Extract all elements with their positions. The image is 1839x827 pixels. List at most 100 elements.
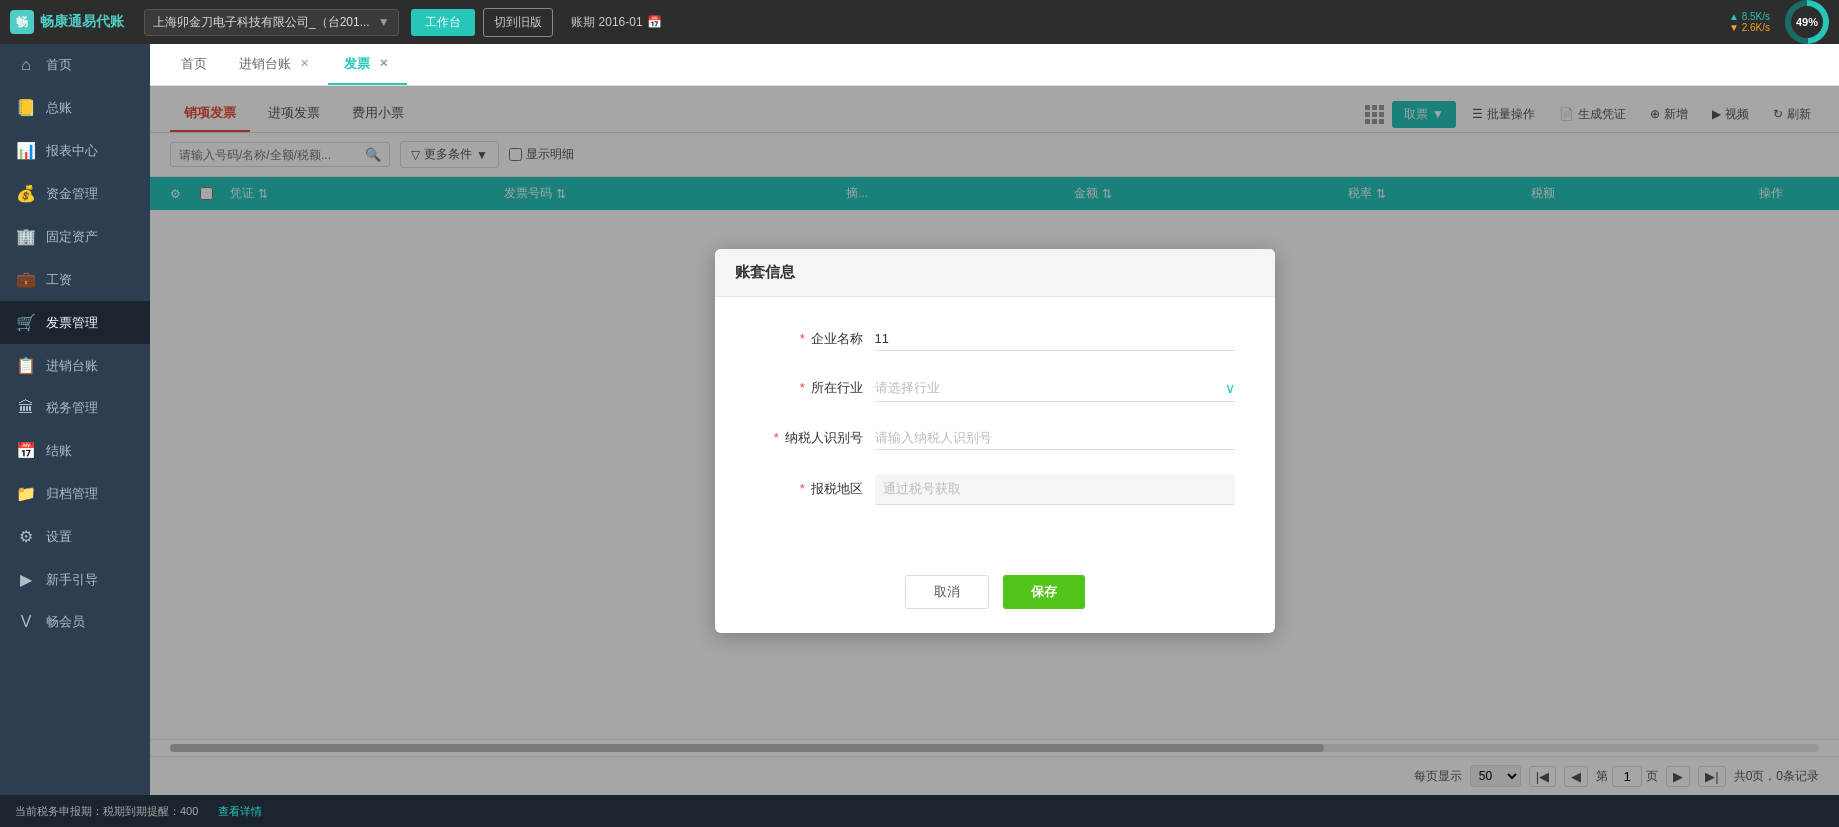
period-value: 2016-01 [599, 15, 643, 29]
taxregion-display: 通过税号获取 [875, 474, 1235, 505]
industry-select[interactable]: 请选择行业 ∨ [875, 375, 1235, 402]
progress-circle: 49% [1785, 0, 1829, 44]
required-star-company: * [800, 331, 805, 346]
sidebar-item-settings[interactable]: ⚙ 设置 [0, 515, 150, 558]
network-down: ▼ 2.6K/s [1729, 22, 1770, 33]
taxid-input[interactable] [875, 426, 1235, 450]
sidebar-label-archive: 归档管理 [46, 485, 98, 503]
sidebar-label-vip: 畅会员 [46, 613, 85, 631]
sidebar: ⌂ 首页 📒 总账 📊 报表中心 💰 资金管理 🏢 固定资产 💼 工资 🛒 发票… [0, 44, 150, 795]
industry-placeholder: 请选择行业 [875, 379, 940, 397]
tab-home-label: 首页 [181, 55, 207, 73]
form-row-taxregion: * 报税地区 通过税号获取 [755, 474, 1235, 505]
content-area: 首页 进销台账 ✕ 发票 ✕ 销项发票 进项发票 费用 [150, 44, 1839, 795]
page-content: 销项发票 进项发票 费用小票 取票 ▼ [150, 86, 1839, 795]
required-star-taxregion: * [800, 481, 805, 496]
tab-purchasesales-label: 进销台账 [239, 55, 291, 73]
sidebar-label-close: 结账 [46, 442, 72, 460]
bottom-detail-link[interactable]: 查看详情 [218, 804, 262, 819]
sidebar-label-purchasesales: 进销台账 [46, 357, 98, 375]
tab-home[interactable]: 首页 [165, 45, 223, 85]
sidebar-label-salary: 工资 [46, 271, 72, 289]
top-bar-actions: 工作台 切到旧版 账期 2016-01 📅 [411, 8, 662, 37]
tab-invoice-close[interactable]: ✕ [376, 56, 391, 71]
company-name-label: * 企业名称 [755, 330, 875, 348]
sidebar-label-invoice: 发票管理 [46, 314, 98, 332]
modal-header: 账套信息 [715, 249, 1275, 297]
workbench-button[interactable]: 工作台 [411, 9, 475, 36]
tab-purchasesales[interactable]: 进销台账 ✕ [223, 45, 328, 85]
sidebar-item-fixed[interactable]: 🏢 固定资产 [0, 215, 150, 258]
modal-footer: 取消 保存 [715, 559, 1275, 633]
finance-icon: 💰 [16, 184, 36, 203]
ledger-icon: 📒 [16, 98, 36, 117]
sidebar-item-vip[interactable]: V 畅会员 [0, 601, 150, 643]
purchasesales-icon: 📋 [16, 356, 36, 375]
modal-title: 账套信息 [735, 263, 795, 280]
home-icon: ⌂ [16, 56, 36, 74]
settings-icon: ⚙ [16, 527, 36, 546]
form-row-industry: * 所在行业 请选择行业 ∨ [755, 375, 1235, 402]
taxregion-label: * 报税地区 [755, 480, 875, 498]
bottom-status: 当前税务申报期：税期到期提醒：400 [15, 804, 198, 819]
calendar-icon[interactable]: 📅 [647, 15, 662, 29]
save-button[interactable]: 保存 [1003, 575, 1085, 609]
salary-icon: 💼 [16, 270, 36, 289]
sidebar-label-fixed: 固定资产 [46, 228, 98, 246]
report-icon: 📊 [16, 141, 36, 160]
tab-invoice[interactable]: 发票 ✕ [328, 45, 407, 85]
sidebar-item-report[interactable]: 📊 报表中心 [0, 129, 150, 172]
app-logo: 畅 畅康通易代账 [10, 10, 124, 34]
logo-icon: 畅 [10, 10, 34, 34]
required-star-taxid: * [774, 430, 779, 445]
network-up: ▲ 8.5K/s [1729, 11, 1770, 22]
tab-purchasesales-close[interactable]: ✕ [297, 56, 312, 71]
tab-invoice-label: 发票 [344, 55, 370, 73]
sidebar-label-finance: 资金管理 [46, 185, 98, 203]
vip-icon: V [16, 613, 36, 631]
sidebar-item-finance[interactable]: 💰 资金管理 [0, 172, 150, 215]
archive-icon: 📁 [16, 484, 36, 503]
sidebar-label-guide: 新手引导 [46, 571, 98, 589]
period-display: 账期 2016-01 📅 [571, 14, 662, 31]
form-row-taxid: * 纳税人识别号 [755, 426, 1235, 450]
close-period-icon: 📅 [16, 441, 36, 460]
required-star-industry: * [800, 380, 805, 395]
industry-chevron-icon: ∨ [1225, 380, 1235, 396]
modal-overlay: 账套信息 * 企业名称 [150, 86, 1839, 795]
modal-account-info: 账套信息 * 企业名称 [715, 249, 1275, 633]
company-name-input[interactable] [875, 327, 1235, 351]
sidebar-item-archive[interactable]: 📁 归档管理 [0, 472, 150, 515]
sidebar-item-close[interactable]: 📅 结账 [0, 429, 150, 472]
sidebar-item-invoice[interactable]: 🛒 发票管理 [0, 301, 150, 344]
app-name: 畅康通易代账 [40, 13, 124, 31]
progress-text: 49% [1796, 16, 1818, 28]
old-version-button[interactable]: 切到旧版 [483, 8, 553, 37]
tax-icon: 🏛 [16, 399, 36, 417]
company-selector[interactable]: 上海卯金刀电子科技有限公司_（台201... ▼ [144, 9, 399, 36]
company-arrow-icon: ▼ [378, 15, 390, 29]
sidebar-item-purchasesales[interactable]: 📋 进销台账 [0, 344, 150, 387]
cancel-button[interactable]: 取消 [905, 575, 989, 609]
sidebar-item-home[interactable]: ⌂ 首页 [0, 44, 150, 86]
sidebar-item-tax[interactable]: 🏛 税务管理 [0, 387, 150, 429]
invoice-icon: 🛒 [16, 313, 36, 332]
sidebar-label-settings: 设置 [46, 528, 72, 546]
period-label: 账期 [571, 14, 595, 31]
bottom-bar: 当前税务申报期：税期到期提醒：400 查看详情 [0, 795, 1839, 827]
sidebar-item-ledger[interactable]: 📒 总账 [0, 86, 150, 129]
form-row-company: * 企业名称 [755, 327, 1235, 351]
sidebar-item-guide[interactable]: ▶ 新手引导 [0, 558, 150, 601]
top-bar: 畅 畅康通易代账 上海卯金刀电子科技有限公司_（台201... ▼ 工作台 切到… [0, 0, 1839, 44]
sidebar-item-salary[interactable]: 💼 工资 [0, 258, 150, 301]
tab-bar: 首页 进销台账 ✕ 发票 ✕ [150, 44, 1839, 86]
guide-icon: ▶ [16, 570, 36, 589]
main-layout: ⌂ 首页 📒 总账 📊 报表中心 💰 资金管理 🏢 固定资产 💼 工资 🛒 发票… [0, 44, 1839, 795]
industry-label: * 所在行业 [755, 379, 875, 397]
company-name-text: 上海卯金刀电子科技有限公司_（台201... [153, 14, 370, 31]
sidebar-label-tax: 税务管理 [46, 399, 98, 417]
sidebar-label-ledger: 总账 [46, 99, 72, 117]
sidebar-label-home: 首页 [46, 56, 72, 74]
top-bar-right: ▲ 8.5K/s ▼ 2.6K/s 49% [1729, 0, 1829, 44]
sidebar-label-report: 报表中心 [46, 142, 98, 160]
